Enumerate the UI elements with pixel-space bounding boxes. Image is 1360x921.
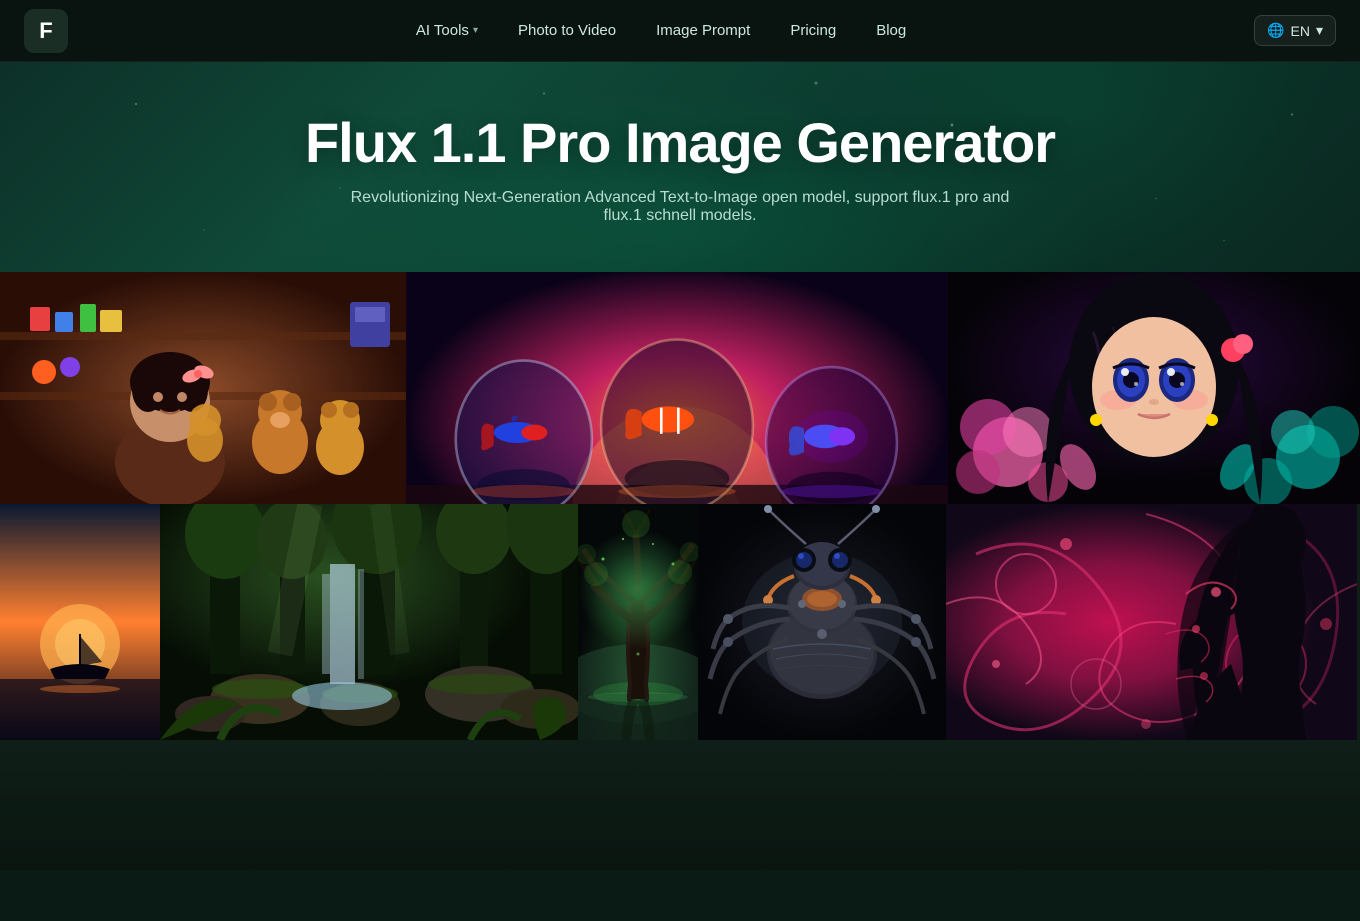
nav-ai-tools[interactable]: AI Tools ▾	[400, 14, 494, 47]
image-girl-toys[interactable]	[0, 272, 406, 504]
chevron-down-icon: ▾	[1316, 22, 1323, 39]
navbar-left: F	[24, 9, 68, 53]
navbar-center: AI Tools ▾ Photo to Video Image Prompt P…	[400, 14, 922, 47]
nav-photo-to-video[interactable]: Photo to Video	[502, 14, 632, 47]
globe-icon: 🌐	[1267, 22, 1284, 39]
image-sunset-boat[interactable]	[0, 504, 160, 740]
image-row-1	[0, 272, 1360, 504]
image-woman-art[interactable]	[946, 504, 1357, 740]
hero-title: Flux 1.1 Pro Image Generator	[305, 110, 1055, 175]
bottom-section	[0, 740, 1360, 870]
image-row-2	[0, 504, 1360, 740]
image-robot-ant[interactable]	[698, 504, 946, 740]
nav-blog[interactable]: Blog	[860, 14, 922, 47]
image-gallery	[0, 272, 1360, 740]
language-selector[interactable]: 🌐 EN ▾	[1254, 15, 1336, 46]
chevron-down-icon: ▾	[473, 25, 478, 36]
logo[interactable]: F	[24, 9, 68, 53]
nav-image-prompt[interactable]: Image Prompt	[640, 14, 766, 47]
navbar-right: 🌐 EN ▾	[1254, 15, 1336, 46]
image-magic-tree[interactable]	[578, 504, 698, 740]
image-anime-girl[interactable]	[948, 272, 1360, 504]
navbar: F AI Tools ▾ Photo to Video Image Prompt…	[0, 0, 1360, 62]
nav-pricing[interactable]: Pricing	[774, 14, 852, 47]
hero-subtitle: Revolutionizing Next-Generation Advanced…	[330, 189, 1030, 225]
hero-section: Flux 1.1 Pro Image Generator Revolutioni…	[0, 62, 1360, 272]
image-fish-bowls[interactable]	[406, 272, 948, 504]
image-waterfall[interactable]	[160, 504, 578, 740]
